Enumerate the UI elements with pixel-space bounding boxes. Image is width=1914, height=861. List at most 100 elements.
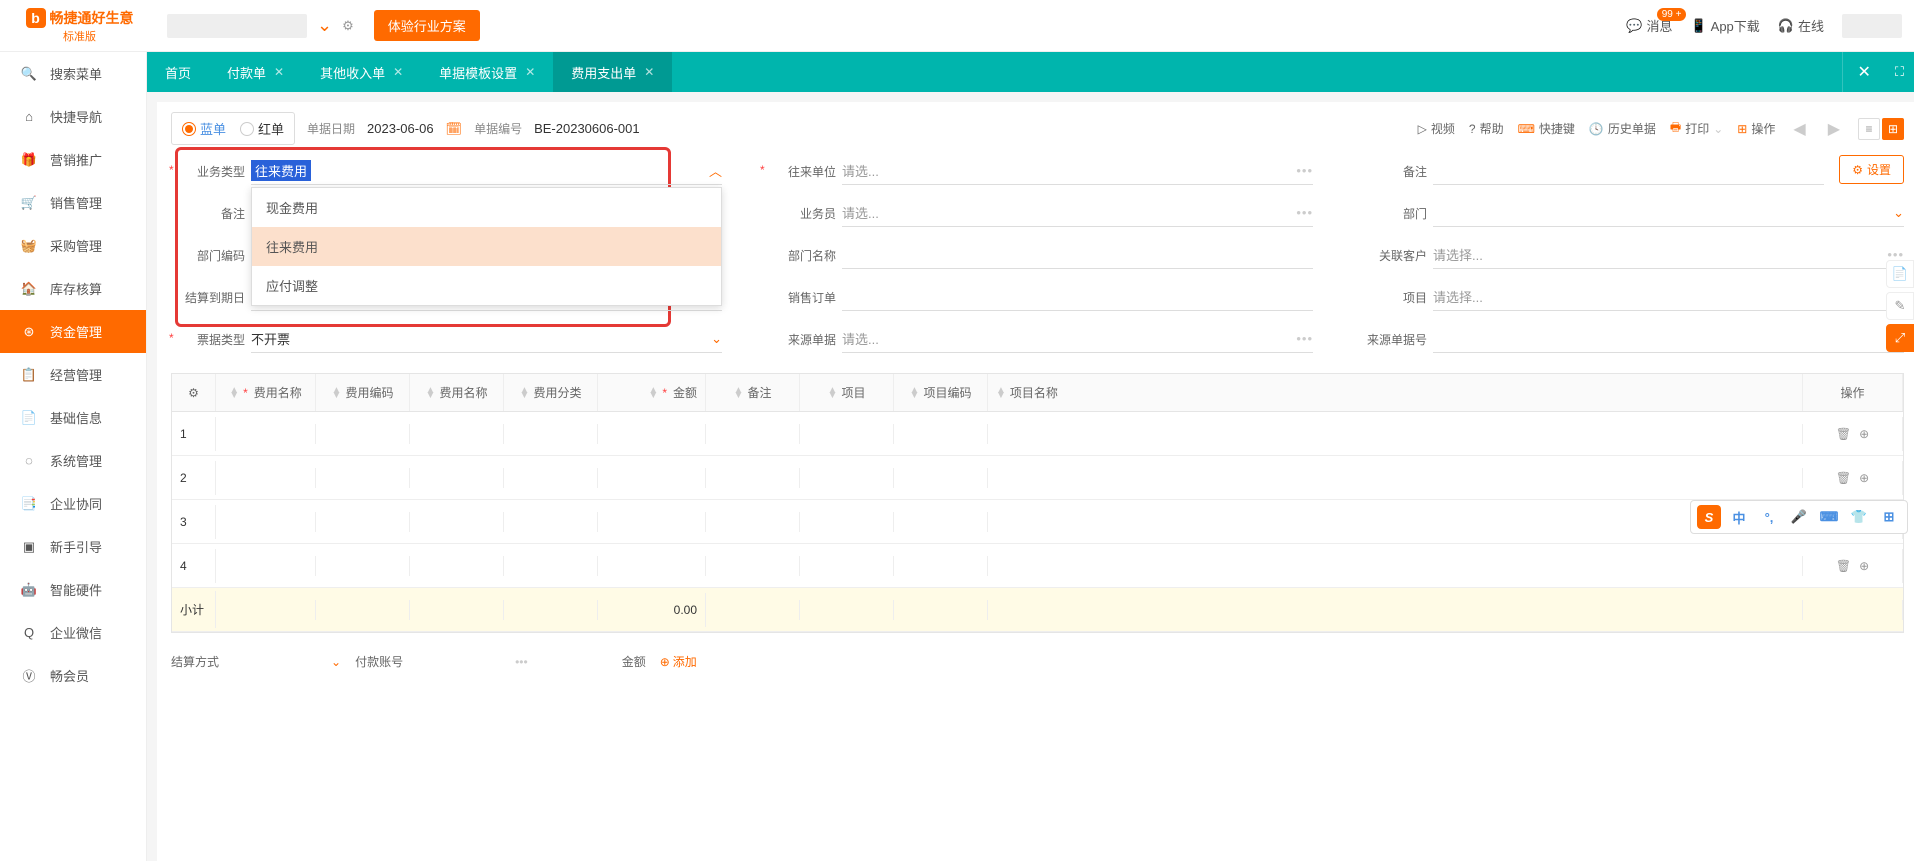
tab-payment[interactable]: 付款单✕ <box>209 52 302 92</box>
cell-expense-name[interactable] <box>216 556 316 576</box>
cell-project-code[interactable] <box>894 512 988 532</box>
sidebar-item-member[interactable]: Ⓥ畅会员 <box>0 654 146 697</box>
amount-field[interactable]: 金额 <box>622 653 646 670</box>
close-icon[interactable]: ✕ <box>274 65 284 79</box>
sidebar-item-collaboration[interactable]: 📑企业协同 <box>0 482 146 525</box>
col-amount[interactable]: ▲▼*金额 <box>598 374 706 411</box>
cell-project-name[interactable] <box>988 468 1803 488</box>
ime-lang-button[interactable]: 中 <box>1727 505 1751 529</box>
cell-project-code[interactable] <box>894 468 988 488</box>
cell-amount[interactable] <box>598 556 706 576</box>
company-selector[interactable]: ⌄ ⚙ 体验行业方案 <box>167 10 480 41</box>
cell-category[interactable] <box>504 556 598 576</box>
add-row-icon[interactable]: ⊕ <box>1859 559 1869 573</box>
sidebar-item-system[interactable]: ◌系统管理 <box>0 439 146 482</box>
tab-expense[interactable]: 费用支出单✕ <box>553 52 672 92</box>
calendar-icon[interactable]: 🗓 <box>446 121 463 137</box>
cell-expense-name2[interactable] <box>410 556 504 576</box>
sidebar-item-wechat[interactable]: Q企业微信 <box>0 611 146 654</box>
sales-order-input[interactable] <box>842 283 1313 311</box>
trial-solution-button[interactable]: 体验行业方案 <box>374 10 480 41</box>
salesman-select[interactable]: 请选...••• <box>842 199 1313 227</box>
sidebar-item-purchase[interactable]: 🧺采购管理 <box>0 224 146 267</box>
cell-project-code[interactable] <box>894 424 988 444</box>
table-row[interactable]: 1🗑⊕ <box>172 412 1903 456</box>
cell-category[interactable] <box>504 468 598 488</box>
cell-expense-code[interactable] <box>316 424 410 444</box>
add-settlement-button[interactable]: ⊕添加 <box>660 653 697 670</box>
cell-project-name[interactable] <box>988 512 1803 532</box>
prev-icon[interactable]: ◀ <box>1789 119 1809 139</box>
video-link[interactable]: ▷视频 <box>1418 120 1455 137</box>
gear-icon[interactable]: ⚙ <box>342 18 354 34</box>
logo[interactable]: b 畅捷通好生意 <box>26 8 134 28</box>
col-project[interactable]: ▲▼项目 <box>800 374 894 411</box>
ime-keyboard-icon[interactable]: ⌨ <box>1817 505 1841 529</box>
delete-icon[interactable]: 🗑 <box>1836 427 1851 441</box>
source-docno-input[interactable] <box>1433 325 1904 353</box>
doc-date-value[interactable]: 2023-06-06 <box>367 121 434 136</box>
close-icon[interactable]: ✕ <box>525 65 535 79</box>
cell-project[interactable] <box>800 556 894 576</box>
cell-project-code[interactable] <box>894 556 988 576</box>
cell-project-name[interactable] <box>988 556 1803 576</box>
sidebar-item-sales[interactable]: 🛒销售管理 <box>0 181 146 224</box>
settings-button[interactable]: ⚙设置 <box>1839 155 1904 184</box>
sidebar-item-funds[interactable]: ⊛资金管理 <box>0 310 146 353</box>
cell-project-name[interactable] <box>988 424 1803 444</box>
cell-note[interactable] <box>706 556 800 576</box>
sidebar-item-inventory[interactable]: 🏠库存核算 <box>0 267 146 310</box>
close-all-tabs-button[interactable]: ✕ <box>1842 52 1884 92</box>
col-expense-name[interactable]: ▲▼*费用名称 <box>216 374 316 411</box>
close-icon[interactable]: ✕ <box>393 65 403 79</box>
partner-select[interactable]: 请选...••• <box>842 157 1313 185</box>
dept-select[interactable]: ⌄ <box>1433 199 1904 227</box>
print-button[interactable]: 🖶打印⌄ <box>1670 118 1723 139</box>
cell-note[interactable] <box>706 424 800 444</box>
expand-icon[interactable]: ⛶ <box>1885 52 1914 92</box>
col-project-code[interactable]: ▲▼项目编码 <box>894 374 988 411</box>
more-icon[interactable]: ••• <box>515 655 528 669</box>
dropdown-option-adjust[interactable]: 应付调整 <box>252 266 721 305</box>
table-row[interactable]: 4🗑⊕ <box>172 544 1903 588</box>
tab-other-income[interactable]: 其他收入单✕ <box>302 52 421 92</box>
delete-icon[interactable]: 🗑 <box>1836 559 1851 573</box>
table-row[interactable]: 2🗑⊕ <box>172 456 1903 500</box>
cell-project[interactable] <box>800 512 894 532</box>
cell-category[interactable] <box>504 424 598 444</box>
app-download-link[interactable]: 📱 App下载 <box>1690 16 1759 35</box>
cell-expense-name2[interactable] <box>410 468 504 488</box>
col-note[interactable]: ▲▼备注 <box>706 374 800 411</box>
cell-expense-name2[interactable] <box>410 512 504 532</box>
chevron-down-icon[interactable]: ⌄ <box>317 15 332 36</box>
red-document-radio[interactable]: 红单 <box>240 119 284 138</box>
ime-punct-icon[interactable]: °, <box>1757 505 1781 529</box>
hotkey-link[interactable]: ⌨快捷键 <box>1518 120 1575 137</box>
next-icon[interactable]: ▶ <box>1824 119 1844 139</box>
messages-link[interactable]: 💬 消息 99 + <box>1626 16 1672 35</box>
history-link[interactable]: 🕓历史单据 <box>1589 120 1656 137</box>
ticket-type-select[interactable]: 不开票⌄ <box>251 325 722 353</box>
project-select[interactable]: 请选择...••• <box>1433 283 1904 311</box>
grid-view-button[interactable]: ⊞ <box>1882 118 1904 140</box>
table-row[interactable]: 3🗑⊕ <box>172 500 1903 544</box>
cell-amount[interactable] <box>598 424 706 444</box>
sidebar-item-operations[interactable]: 📋经营管理 <box>0 353 146 396</box>
cell-project[interactable] <box>800 424 894 444</box>
blue-document-radio[interactable]: 蓝单 <box>182 119 226 138</box>
pay-account-select[interactable]: 付款账号••• <box>355 653 528 670</box>
sidebar-item-hardware[interactable]: 🤖智能硬件 <box>0 568 146 611</box>
col-project-name[interactable]: ▲▼项目名称 <box>988 374 1803 411</box>
more-icon[interactable]: ••• <box>1296 205 1313 220</box>
col-expense-code[interactable]: ▲▼费用编码 <box>316 374 410 411</box>
cell-expense-code[interactable] <box>316 556 410 576</box>
cell-amount[interactable] <box>598 468 706 488</box>
more-icon[interactable]: ••• <box>1296 163 1313 178</box>
ime-logo-icon[interactable]: S <box>1697 505 1721 529</box>
remark-input[interactable] <box>1433 157 1824 185</box>
sidebar-item-quick-nav[interactable]: ⌂快捷导航 <box>0 95 146 138</box>
sidebar-item-guide[interactable]: ▣新手引导 <box>0 525 146 568</box>
table-settings-button[interactable]: ⚙ <box>172 374 216 411</box>
ime-mic-icon[interactable]: 🎤 <box>1787 505 1811 529</box>
cell-note[interactable] <box>706 512 800 532</box>
